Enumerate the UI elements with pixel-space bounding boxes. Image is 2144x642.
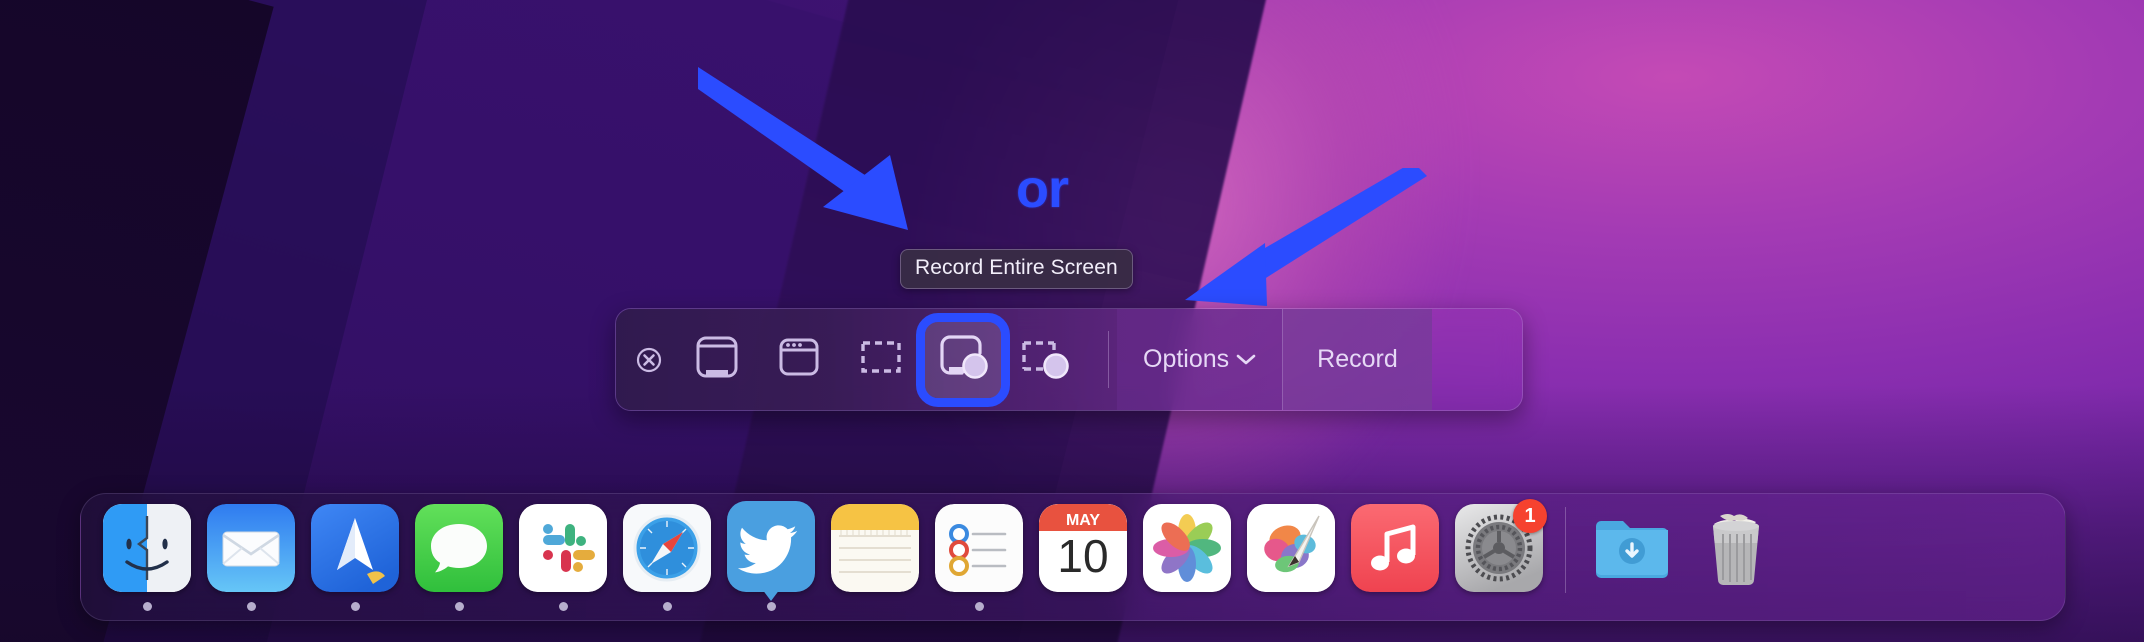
dock-item-reminders[interactable] [927,504,1031,611]
dock-item-messages[interactable] [407,504,511,611]
running-indicator [350,602,360,611]
dock-item-calendar[interactable]: MAY 10 [1031,504,1135,611]
dock-item-trash[interactable] [1684,504,1788,611]
trash-icon [1692,504,1780,592]
dock-item-spark[interactable] [303,504,407,611]
running-indicator [662,602,672,611]
dock-item-notes[interactable] [823,504,927,611]
running-indicator [454,602,464,611]
running-indicator [766,602,776,611]
running-indicator [1495,602,1504,611]
screen-icon [692,332,742,387]
running-indicator [1391,602,1400,611]
options-label: Options [1143,345,1230,373]
running-indicator [246,602,256,611]
dock-item-pixelmator[interactable] [1239,504,1343,611]
dock-item-finder[interactable] [95,504,199,611]
running-indicator [871,602,880,611]
record-selected-portion-button[interactable] [1007,322,1083,398]
dock-separator [1565,507,1566,593]
chevron-down-icon [1236,353,1256,366]
toolbar-actions: Options Record [1117,309,1432,410]
dock-item-twitter[interactable] [719,501,823,611]
twitter-icon [727,501,815,601]
options-button[interactable]: Options [1117,309,1282,410]
calendar-icon: MAY 10 [1039,504,1127,592]
spark-icon [311,504,399,592]
or-label: or [1016,159,1069,219]
window-icon [774,332,824,387]
running-indicator [1287,602,1296,611]
messages-icon [415,504,503,592]
slack-icon [519,504,607,592]
notes-icon [831,504,919,592]
dock-item-downloads[interactable] [1580,504,1684,611]
mail-icon [207,504,295,592]
record-button[interactable]: Record [1282,309,1432,410]
photos-icon [1143,504,1231,592]
toolbar-capture-modes [616,309,1117,410]
running-indicator [1079,602,1088,611]
tooltip-record-entire-screen: Record Entire Screen [900,249,1133,289]
running-indicator [1628,602,1637,611]
dashed-rect-record-icon [1018,331,1072,388]
capture-selected-portion-button[interactable] [843,322,919,398]
reminders-icon [935,504,1023,592]
running-indicator [558,602,568,611]
music-icon [1351,504,1439,592]
screen-record-icon [936,331,990,388]
dock: MAY 10 1 [80,493,2066,621]
running-indicator [974,602,984,611]
downloads-folder-icon [1588,504,1676,592]
pixelmator-icon [1247,504,1335,592]
finder-icon [103,504,191,592]
dock-item-mail[interactable] [199,504,303,611]
dock-item-system-preferences[interactable]: 1 [1447,499,1551,611]
running-indicator [1732,602,1741,611]
running-indicator [1183,602,1192,611]
toolbar-divider [1108,331,1109,388]
record-entire-screen-button[interactable] [916,312,1010,407]
calendar-month: MAY [1066,512,1100,529]
safari-icon [623,504,711,592]
dock-item-music[interactable] [1343,504,1447,611]
dock-item-photos[interactable] [1135,504,1239,611]
close-icon[interactable] [634,345,664,375]
calendar-day: 10 [1057,530,1108,582]
gear-icon: 1 [1455,499,1547,592]
dock-item-slack[interactable] [511,504,615,611]
capture-selected-window-button[interactable] [761,322,837,398]
capture-entire-screen-button[interactable] [679,322,755,398]
notification-badge: 1 [1513,499,1547,533]
dashed-rect-icon [856,332,906,387]
screenshot-capture-toolbar: Options Record [615,308,1523,411]
dock-item-safari[interactable] [615,504,719,611]
running-indicator [142,602,152,611]
